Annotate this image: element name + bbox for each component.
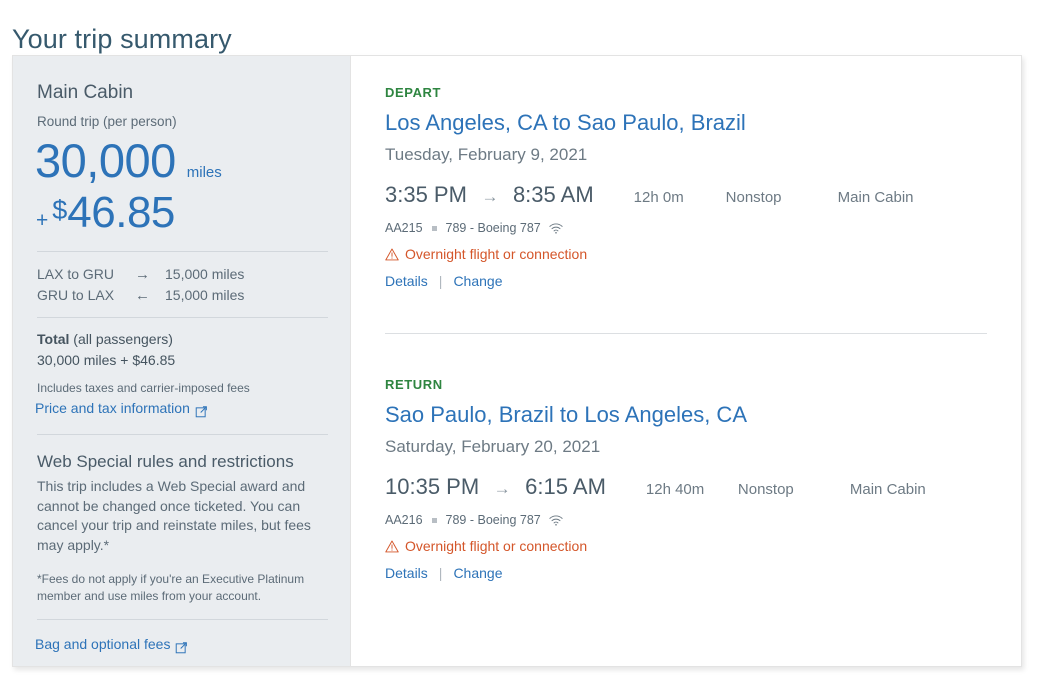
currency-symbol: $ [52,195,67,226]
divider [37,317,328,318]
leg-route: LAX to GRU [37,264,135,285]
page-title: Your trip summary [12,20,232,58]
miles-price-row: 30,000 miles [35,133,328,189]
cabin-label: Main Cabin [850,481,926,498]
total-label-strong: Total [37,331,69,347]
taxes-note: Includes taxes and carrier-imposed fees [37,379,328,397]
price-tax-link-label: Price and tax information [35,398,190,418]
stops-label: Nonstop [738,481,850,498]
price-summary-panel: Main Cabin Round trip (per person) 30,00… [13,56,351,666]
overnight-warning-depart: Overnight flight or connection [385,244,987,264]
slice-route-return: Sao Paulo, Brazil to Los Angeles, CA [385,399,987,430]
wifi-icon [549,515,563,526]
divider [37,251,328,252]
flight-number: AA216 [385,511,423,529]
itinerary-slice-depart: DEPART Los Angeles, CA to Sao Paulo, Bra… [385,84,987,291]
action-separator: | [439,563,443,583]
flight-aircraft-row-depart: AA215 789 - Boeing 787 [385,219,987,237]
trip-summary-page: Your trip summary Main Cabin Round trip … [0,0,1047,693]
slice-date-return: Saturday, February 20, 2021 [385,434,987,460]
cabin-name: Main Cabin [37,80,328,106]
departure-time: 3:35 PM [385,180,467,210]
aircraft-type: 789 - Boeing 787 [446,511,541,529]
overnight-warning-text: Overnight flight or connection [405,536,587,556]
separator-square-icon [432,518,437,523]
miles-unit-label: miles [187,164,222,181]
miles-amount: 30,000 [35,133,176,189]
overnight-warning-text: Overnight flight or connection [405,244,587,264]
slice-divider [385,333,987,334]
details-link-return[interactable]: Details [385,563,428,583]
slice-label-return: RETURN [385,376,987,394]
arrival-time: 6:15 AM [525,472,606,502]
leg-miles: 15,000 miles [165,285,244,306]
bag-and-optional-fees-link[interactable]: Bag and optional fees [35,634,188,654]
flight-aircraft-row-return: AA216 789 - Boeing 787 [385,511,987,529]
departure-time: 10:35 PM [385,472,479,502]
slice-date-depart: Tuesday, February 9, 2021 [385,142,987,168]
total-value: 30,000 miles + $46.85 [37,350,328,371]
bag-fees-link-label: Bag and optional fees [35,634,170,654]
warning-triangle-icon [385,540,399,553]
itinerary-slice-return: RETURN Sao Paulo, Brazil to Los Angeles,… [385,376,987,583]
itinerary-panel: DEPART Los Angeles, CA to Sao Paulo, Bra… [351,56,1021,666]
action-separator: | [439,271,443,291]
rules-body: This trip includes a Web Special award a… [37,477,319,555]
flight-number: AA215 [385,219,423,237]
rules-footnote: *Fees do not apply if you're an Executiv… [37,571,313,605]
leg-row: LAX to GRU → 15,000 miles [37,264,328,285]
cash-amount: 46.85 [67,187,175,239]
plus-sign: + [36,209,48,233]
wifi-icon [549,223,563,234]
rules-title: Web Special rules and restrictions [37,449,328,475]
leg-miles-list: LAX to GRU → 15,000 miles GRU to LAX ← 1… [37,264,328,306]
slice-label-depart: DEPART [385,84,987,102]
arrow-right-icon: → [135,264,165,285]
leg-row: GRU to LAX ← 15,000 miles [37,285,328,306]
change-link-depart[interactable]: Change [453,271,502,291]
price-block: 30,000 miles + $ 46.85 [35,133,328,239]
arrival-time: 8:35 AM [513,180,594,210]
separator-square-icon [432,226,437,231]
flight-duration: 12h 0m [634,189,726,206]
cash-price-row: + $ 46.85 [36,187,328,239]
arrow-right-icon: → [467,187,513,207]
details-link-depart[interactable]: Details [385,271,428,291]
leg-route: GRU to LAX [37,285,135,306]
aircraft-type: 789 - Boeing 787 [446,219,541,237]
slice-actions-return: Details | Change [385,563,987,583]
slice-route-depart: Los Angeles, CA to Sao Paulo, Brazil [385,107,987,138]
trip-type-label: Round trip (per person) [37,112,328,131]
slice-actions-depart: Details | Change [385,271,987,291]
cabin-label: Main Cabin [838,189,914,206]
warning-triangle-icon [385,248,399,261]
price-and-tax-information-link[interactable]: Price and tax information [35,398,208,418]
stops-label: Nonstop [726,189,838,206]
slice-times-depart: 3:35 PM → 8:35 AM 12h 0m Nonstop Main Ca… [385,180,987,210]
total-label: Total (all passengers) [37,329,328,350]
slice-times-return: 10:35 PM → 6:15 AM 12h 40m Nonstop Main … [385,472,987,502]
external-link-icon [195,403,208,416]
divider [37,434,328,435]
flight-duration: 12h 40m [646,481,738,498]
external-link-icon [175,639,188,652]
arrow-left-icon: ← [135,285,165,306]
trip-summary-card: Main Cabin Round trip (per person) 30,00… [12,55,1022,667]
leg-miles: 15,000 miles [165,264,244,285]
total-label-rest: (all passengers) [69,331,173,347]
divider [37,619,328,620]
arrow-right-icon: → [479,479,525,499]
overnight-warning-return: Overnight flight or connection [385,536,987,556]
change-link-return[interactable]: Change [453,563,502,583]
